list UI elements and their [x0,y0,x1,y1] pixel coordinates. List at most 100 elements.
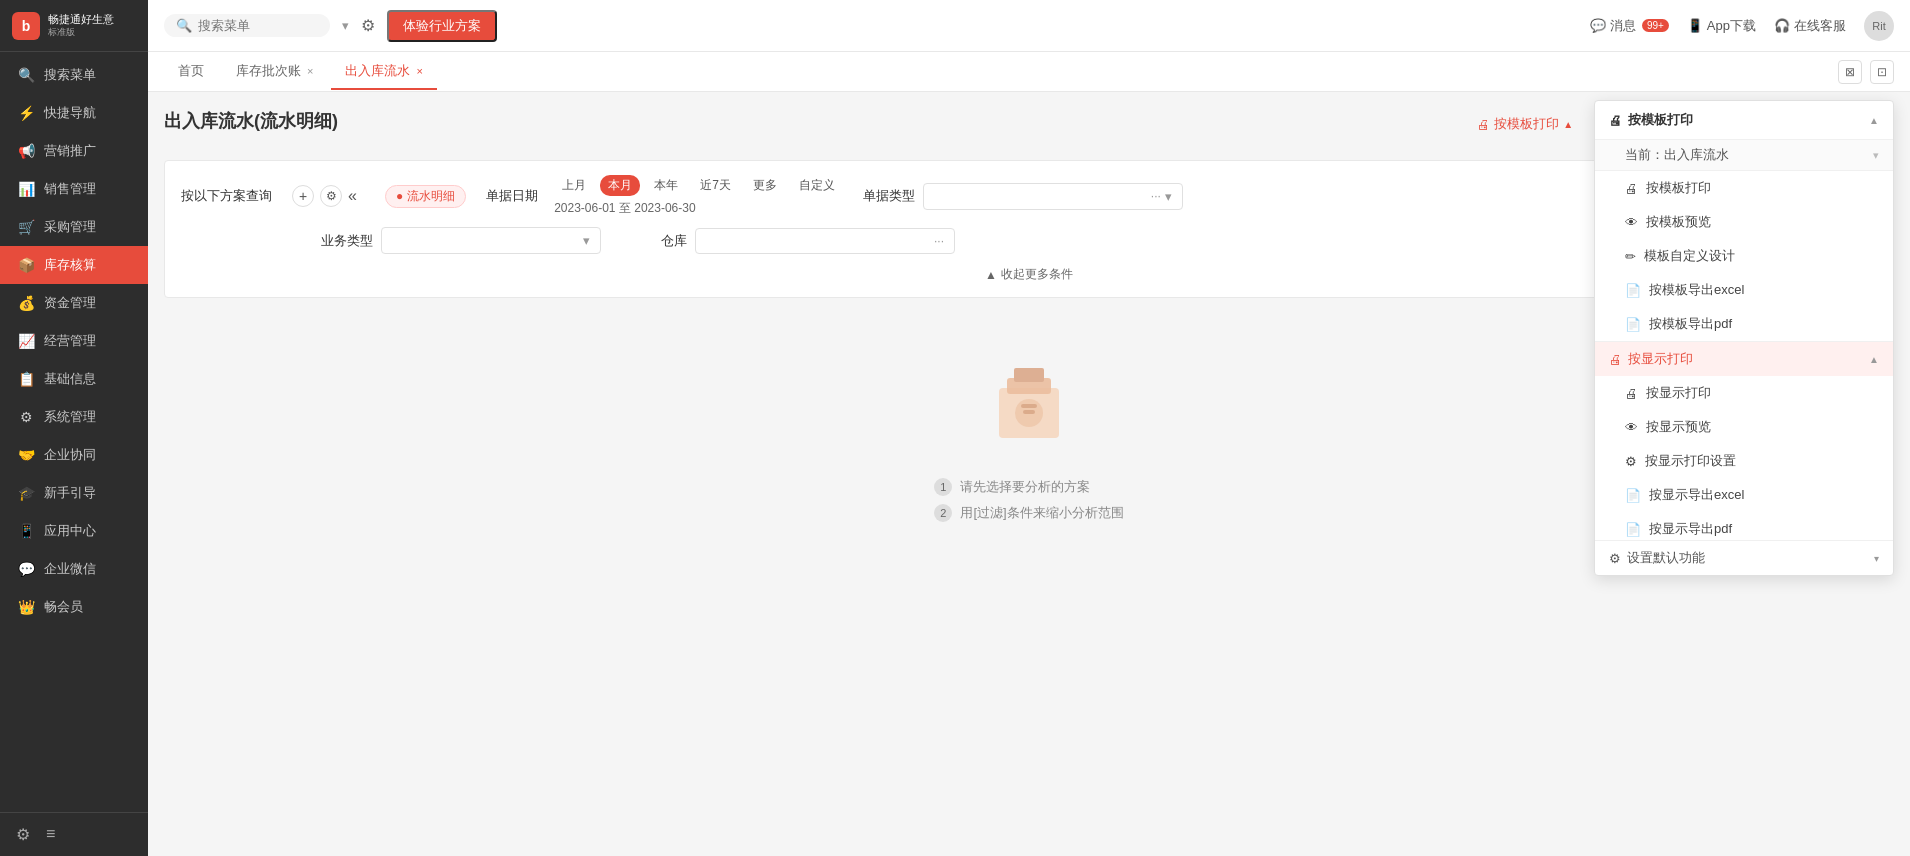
display-export-pdf-item[interactable]: 📄 按显示导出pdf [1595,512,1893,540]
sidebar-item-cooperation[interactable]: 🤝 企业协同 [0,436,148,474]
sidebar-item-label: 库存核算 [44,256,96,274]
type-select-dots[interactable]: ··· [1151,189,1161,203]
print-template-button[interactable]: 🖨 按模板打印 ▲ [1471,111,1579,137]
display-print-settings-item[interactable]: ⚙ 按显示打印设置 [1595,444,1893,478]
template-export-pdf-label: 按模板导出pdf [1649,315,1732,333]
template-export-excel-item[interactable]: 📄 按模板导出excel [1595,273,1893,307]
sidebar-nav: 🔍 搜索菜单 ⚡ 快捷导航 📢 营销推广 📊 销售管理 🛒 采购管理 📦 库存核… [0,52,148,812]
app-download-label: App下载 [1707,17,1756,35]
sidebar-footer: ⚙ ≡ [0,812,148,856]
template-custom-item[interactable]: ✏ 模板自定义设计 [1595,239,1893,273]
business-type-select[interactable]: ▾ [381,227,601,254]
filter-add-button[interactable]: + [292,185,314,207]
tab-flow[interactable]: 出入库流水 × [331,54,436,90]
date-tab-last-7-days[interactable]: 近7天 [692,175,739,196]
type-label: 单据类型 [863,187,915,205]
display-export-excel-label: 按显示导出excel [1649,486,1744,504]
sales-icon: 📊 [16,181,36,197]
excel-icon: 📄 [1625,283,1641,298]
sidebar-item-search[interactable]: 🔍 搜索菜单 [0,56,148,94]
warehouse-more[interactable]: ··· [934,234,944,248]
date-tab-this-month[interactable]: 本月 [600,175,640,196]
template-export-pdf-item[interactable]: 📄 按模板导出pdf [1595,307,1893,341]
empty-illustration [979,358,1079,458]
search-box[interactable]: 🔍 [164,14,330,37]
search-input[interactable] [198,18,318,33]
hint-text-2: 用[过滤]条件来缩小分析范围 [960,504,1123,522]
display-export-pdf-label: 按显示导出pdf [1649,520,1732,538]
display-export-excel-item[interactable]: 📄 按显示导出excel [1595,478,1893,512]
template-preview-item[interactable]: 👁 按模板预览 [1595,205,1893,239]
collapse-button[interactable]: ▲ 收起更多条件 [985,266,1073,283]
app-download-button[interactable]: 📱 App下载 [1687,17,1756,35]
sidebar-item-system[interactable]: ⚙ 系统管理 [0,398,148,436]
date-tabs: 上月 本月 本年 近7天 更多 自定义 [554,175,843,196]
dropdown-chevron-up[interactable]: ▲ [1869,115,1879,126]
dropdown-footer[interactable]: ⚙ 设置默认功能 ▾ [1595,540,1893,575]
online-service-button[interactable]: 🎧 在线客服 [1774,17,1846,35]
sidebar-item-guide[interactable]: 🎓 新手引导 [0,474,148,512]
tab-batch[interactable]: 库存批次账 × [222,54,327,90]
collapse-sidebar-icon[interactable]: ≡ [46,825,55,844]
sidebar-item-label: 应用中心 [44,522,96,540]
filter-settings-button[interactable]: ⚙ [320,185,342,207]
user-name: Rit [1872,20,1885,32]
member-icon: 👑 [16,599,36,615]
display-section-header[interactable]: 🖨 按显示打印 ▲ [1595,342,1893,376]
date-tab-custom[interactable]: 自定义 [791,175,843,196]
maximize-button[interactable]: ⊡ [1870,60,1894,84]
sidebar-item-apps[interactable]: 📱 应用中心 [0,512,148,550]
filter-collapse-button[interactable]: « [348,187,357,205]
sidebar-item-label: 采购管理 [44,218,96,236]
hint-2: 2 用[过滤]条件来缩小分析范围 [934,504,1123,522]
date-tab-last-month[interactable]: 上月 [554,175,594,196]
sidebar-item-member[interactable]: 👑 畅会员 [0,588,148,626]
message-button[interactable]: 💬 消息 99+ [1590,17,1669,35]
warehouse-select[interactable]: ··· [695,228,955,254]
search-dropdown-icon[interactable]: ▾ [342,18,349,33]
sidebar-item-shortcuts[interactable]: ⚡ 快捷导航 [0,94,148,132]
sidebar-item-wechat[interactable]: 💬 企业微信 [0,550,148,588]
custom-icon: ✏ [1625,249,1636,264]
sidebar-item-purchase[interactable]: 🛒 采购管理 [0,208,148,246]
sidebar-item-operations[interactable]: 📈 经营管理 [0,322,148,360]
message-icon: 💬 [1590,18,1606,33]
sidebar-item-marketing[interactable]: 📢 营销推广 [0,132,148,170]
sidebar-item-basic[interactable]: 📋 基础信息 [0,360,148,398]
sidebar-item-finance[interactable]: 💰 资金管理 [0,284,148,322]
sidebar-item-inventory[interactable]: 📦 库存核算 [0,246,148,284]
shortcuts-icon: ⚡ [16,105,36,121]
date-tab-more[interactable]: 更多 [745,175,785,196]
sidebar-item-label: 营销推广 [44,142,96,160]
dropdown-title-label: 按模板打印 [1628,111,1693,129]
settings-gear-icon[interactable]: ⚙ [361,16,375,35]
tab-home[interactable]: 首页 [164,54,218,90]
promo-button[interactable]: 体验行业方案 [387,10,497,42]
filter-tag[interactable]: ● 流水明细 [385,185,466,208]
date-tab-this-year[interactable]: 本年 [646,175,686,196]
dropdown-current-row[interactable]: 当前：出入库流水 ▾ [1595,140,1893,170]
display-preview-item[interactable]: 👁 按显示预览 [1595,410,1893,444]
sidebar-item-sales[interactable]: 📊 销售管理 [0,170,148,208]
sidebar-item-label: 系统管理 [44,408,96,426]
filter-tag-label: 流水明细 [407,188,455,205]
search-icon: 🔍 [16,67,36,83]
logo-icon: b [12,12,40,40]
message-badge: 99+ [1642,19,1669,32]
close-all-tabs-button[interactable]: ⊠ [1838,60,1862,84]
date-label: 单据日期 [486,187,538,205]
type-select[interactable]: ··· ▾ [923,183,1183,210]
display-print-item[interactable]: 🖨 按显示打印 [1595,376,1893,410]
warehouse-label: 仓库 [661,232,687,250]
tab-flow-close[interactable]: × [416,65,422,77]
display-pdf-icon: 📄 [1625,522,1641,537]
tab-batch-close[interactable]: × [307,65,313,77]
sidebar: b 畅捷通好生意 标准版 🔍 搜索菜单 ⚡ 快捷导航 📢 营销推广 📊 销售管理… [0,0,148,856]
display-print-icon: 🖨 [1609,352,1622,367]
template-print-item[interactable]: 🖨 按模板打印 [1595,171,1893,205]
settings-icon[interactable]: ⚙ [16,825,30,844]
dropdown-scroll: 当前：出入库流水 ▾ 🖨 按模板打印 👁 按模板预览 ✏ 模板自定义设计 [1595,140,1893,540]
user-avatar[interactable]: Rit [1864,11,1894,41]
hint-text-1: 请先选择要分析的方案 [960,478,1090,496]
page-content: 出入库流水(流水明细) 🖨 按模板打印 ▲ ··· ⬆ 导出 ↻ 刷新 [148,92,1910,856]
